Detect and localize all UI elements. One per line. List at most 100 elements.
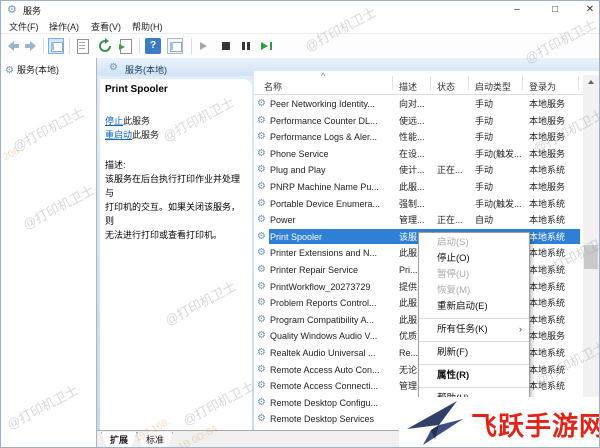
service-gear-icon: ⚙ xyxy=(257,247,266,259)
sort-indicator-icon: ^ xyxy=(321,71,326,81)
context-menu-item[interactable]: 刷新(F) xyxy=(419,345,529,365)
restart-service-link[interactable]: 重启动 xyxy=(105,130,132,140)
menu-view[interactable]: 查看(V) xyxy=(91,20,121,33)
scrollbar-thumb[interactable] xyxy=(584,245,598,269)
service-name-cell: Portable Device Enumera... xyxy=(270,198,381,209)
service-name-cell: Remote Access Auto Con... xyxy=(270,364,380,375)
table-row[interactable]: ⚙ Performance Logs & Aler... 性能... 手动 本地… xyxy=(254,129,599,146)
service-name-cell: Performance Logs & Aler... xyxy=(270,132,378,143)
export-list-icon[interactable] xyxy=(118,38,134,54)
service-desc-cell: 使远... xyxy=(399,115,425,126)
column-header-status[interactable]: 状态 xyxy=(437,80,455,93)
table-row[interactable]: ⚙ Peer Networking Identity... 向对... 手动 本… xyxy=(254,96,599,113)
refresh-icon[interactable] xyxy=(97,38,113,54)
forward-arrow-icon[interactable] xyxy=(23,38,39,54)
restart-service-icon[interactable] xyxy=(261,42,268,50)
service-gear-icon: ⚙ xyxy=(257,147,266,159)
service-name-cell: Program Compatibility A... xyxy=(270,314,375,325)
console-tree-pane: ⚙ 服务(本地) xyxy=(1,58,96,447)
service-name-cell: Plug and Play xyxy=(270,165,326,176)
service-description: 该服务在后台执行打印作业并处理与 打印机的交互。如果关闭该服务，则 无法进行打印… xyxy=(105,174,241,240)
service-logon-cell: 本地系统 xyxy=(529,298,566,309)
toolbar-separator xyxy=(139,38,140,54)
toolbar: ? xyxy=(1,34,599,59)
properties-doc-icon[interactable] xyxy=(75,38,91,54)
scroll-up-icon[interactable] xyxy=(583,75,599,90)
service-gear-icon: ⚙ xyxy=(257,380,266,392)
menu-bar: 文件(F) 操作(A) 查看(V) 帮助(H) xyxy=(1,18,599,34)
service-name-cell: Quality Windows Audio V... xyxy=(270,331,378,342)
service-gear-icon: ⚙ xyxy=(257,197,266,209)
context-menu-item[interactable]: 停止(O) xyxy=(419,251,529,267)
table-row[interactable]: ⚙ Plug and Play 使计... 正在... 手动 本地系统 xyxy=(254,162,599,179)
table-row[interactable]: ⚙ Performance Counter DL... 使远... 手动 本地服… xyxy=(254,113,599,130)
service-gear-icon: ⚙ xyxy=(257,280,266,292)
context-menu-item[interactable]: 暂停(U) xyxy=(419,267,529,283)
column-header-logon-as[interactable]: 登录为 xyxy=(529,80,556,93)
restart-service-bar xyxy=(270,42,272,50)
context-menu-item[interactable]: 属性(R) xyxy=(419,368,529,388)
toolbar-separator xyxy=(69,38,70,54)
menu-action[interactable]: 操作(A) xyxy=(49,20,79,33)
context-menu-item[interactable]: 所有任务(K) › xyxy=(419,322,529,342)
stop-service-link[interactable]: 停止 xyxy=(105,116,123,126)
tab-extended[interactable]: 扩展 xyxy=(101,432,137,448)
context-menu-item[interactable]: 恢复(M) xyxy=(419,283,529,299)
table-row[interactable]: ⚙ Power 管理... 正在... 自动 本地系统 xyxy=(254,212,599,229)
service-startup-cell: 自动 xyxy=(475,215,494,226)
service-gear-icon: ⚙ xyxy=(257,214,266,226)
service-logon-cell: 本地服务 xyxy=(529,148,566,159)
service-logon-cell: 本地服务 xyxy=(529,132,566,143)
service-name-cell: Printer Repair Service xyxy=(270,264,359,275)
service-logon-cell: 本地系统 xyxy=(529,264,566,275)
service-name-cell: Print Spooler xyxy=(270,231,323,242)
selected-service-name: Print Spooler xyxy=(105,84,168,95)
service-startup-cell: 手动 xyxy=(475,115,494,126)
site-logo: 飞跃手游网 xyxy=(399,397,599,447)
tab-standard[interactable]: 标准 xyxy=(137,432,173,448)
maximize-button[interactable]: □ xyxy=(541,2,569,17)
service-logon-cell: 本地系统 xyxy=(529,215,566,226)
service-name-cell: Remote Desktop Configu... xyxy=(270,397,379,408)
service-logon-cell: 本地系统 xyxy=(529,381,566,392)
show-hide-pane-icon[interactable] xyxy=(167,38,183,54)
service-gear-icon: ⚙ xyxy=(257,164,266,176)
back-arrow-icon[interactable] xyxy=(5,38,21,54)
window-title: 服务 xyxy=(23,6,42,16)
service-gear-icon: ⚙ xyxy=(257,263,266,275)
service-gear-icon: ⚙ xyxy=(257,297,266,309)
context-menu-item[interactable]: 重新启动(E) xyxy=(419,299,529,319)
menu-file[interactable]: 文件(F) xyxy=(9,20,39,33)
show-console-tree-icon[interactable] xyxy=(48,38,64,54)
services-gear-icon: ⚙ xyxy=(5,65,14,76)
column-header-name[interactable]: 名称 xyxy=(264,80,282,93)
service-logon-cell: 本地系统 xyxy=(529,198,566,209)
title-bar: ⚙ 服务 – □ ✕ xyxy=(1,1,599,18)
column-header-description[interactable]: 描述 xyxy=(399,80,417,93)
table-row[interactable]: ⚙ Portable Device Enumera... 强制... 手动(触发… xyxy=(254,196,599,213)
vertical-scrollbar[interactable] xyxy=(583,75,599,397)
service-gear-icon: ⚙ xyxy=(257,413,266,425)
column-header-startup-type[interactable]: 启动类型 xyxy=(475,80,511,93)
tree-item-services-local[interactable]: ⚙ 服务(本地) xyxy=(5,63,59,76)
service-status-cell: 正在... xyxy=(437,165,463,176)
table-row[interactable]: ⚙ Phone Service 在设... 手动(触发... 本地服务 xyxy=(254,146,599,163)
table-row[interactable]: ⚙ PNRP Machine Name Pu... 此服... 手动 本地服务 xyxy=(254,179,599,196)
service-startup-cell: 手动(触发... xyxy=(475,148,522,159)
service-desc-cell: 使计... xyxy=(399,165,425,176)
services-gear-icon: ⚙ xyxy=(109,62,118,73)
stop-service-icon[interactable] xyxy=(222,42,230,50)
help-icon[interactable]: ? xyxy=(145,38,161,54)
pause-service-icon[interactable] xyxy=(242,42,250,50)
service-startup-cell: 手动 xyxy=(475,165,494,176)
start-service-icon[interactable] xyxy=(200,42,207,50)
menu-help[interactable]: 帮助(H) xyxy=(132,20,163,33)
close-button[interactable]: ✕ xyxy=(576,2,599,17)
service-logon-cell: 本地系统 xyxy=(529,364,566,375)
service-logon-cell: 本地系统 xyxy=(529,165,566,176)
context-menu-item[interactable]: 启动(S) xyxy=(419,235,529,251)
service-name-cell: Printer Extensions and N... xyxy=(270,248,378,259)
minimize-button[interactable]: – xyxy=(503,2,531,17)
service-logon-cell: 本地系统 xyxy=(529,231,566,242)
service-logon-cell: 本地系统 xyxy=(529,248,566,259)
